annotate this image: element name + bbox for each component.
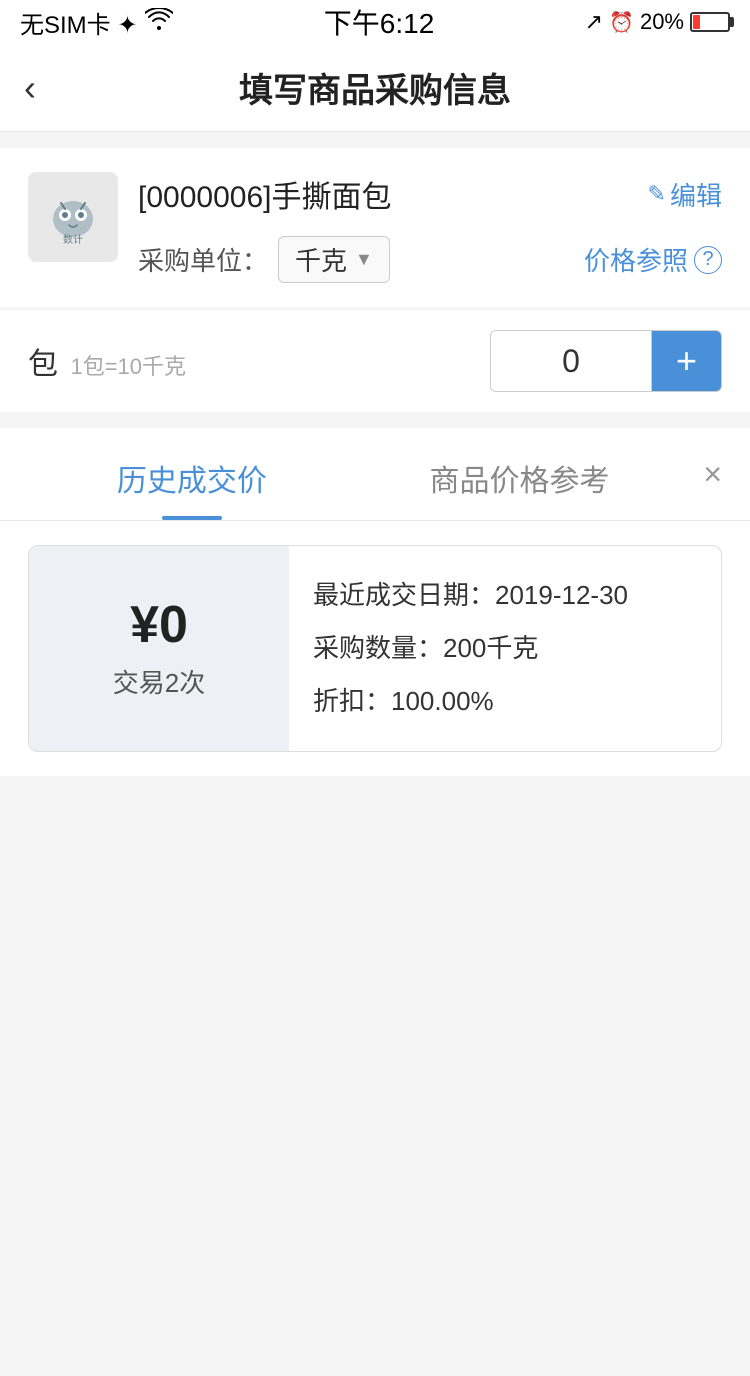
price-reference-button[interactable]: 价格参照 ? [584,241,722,278]
unit-value: 千克 [295,241,347,278]
edit-button[interactable]: ✎ 编辑 [648,176,722,213]
quantity-unit-label: 包 [28,348,58,381]
carrier-text: 无SIM卡 ✦ [20,5,137,40]
product-logo-icon: 数计 [43,187,103,247]
unit-label: 采购单位： [138,241,268,278]
quantity-unit-area: 包 1包=10千克 [28,339,186,383]
product-card: 数计 [0000006]手撕面包 ✎ 编辑 采购单位： 千克 ▼ 价格参照 ? [0,148,750,307]
transaction-qty-value: 200千克 [443,633,538,663]
page-title: 填写商品采购信息 [239,63,511,112]
status-left: 无SIM卡 ✦ [20,5,173,40]
quantity-control: + [490,330,722,392]
plus-icon: + [676,340,697,382]
transaction-date-label: 最近成交日期： [313,580,495,610]
tab-product-price-ref[interactable]: 商品价格参考 [356,428,684,520]
wifi-icon [145,8,173,37]
status-bar: 无SIM卡 ✦ 下午6:12 ↗ ⏰ 20% [0,0,750,44]
product-name: [0000006]手撕面包 [138,172,391,216]
product-name-row: [0000006]手撕面包 ✎ 编辑 [138,172,722,216]
transaction-right-panel: 最近成交日期：2019-12-30 采购数量：200千克 折扣：100.00% [289,546,721,751]
product-info: [0000006]手撕面包 ✎ 编辑 采购单位： 千克 ▼ 价格参照 ? [138,172,722,283]
tabs-section: 历史成交价 商品价格参考 × ¥0 交易2次 最近成交日期：2019-12-30… [0,428,750,776]
bottom-area [0,776,750,1376]
edit-icon: ✎ [648,181,666,207]
tab-product-price-ref-label: 商品价格参考 [429,465,609,498]
location-icon: ↗ [585,9,603,35]
tab-history-price-label: 历史成交价 [117,465,267,498]
alarm-icon: ⏰ [609,10,634,35]
transaction-count: 交易2次 [113,663,205,700]
quantity-plus-button[interactable]: + [651,331,721,391]
tabs-header: 历史成交价 商品价格参考 × [0,428,750,521]
quantity-input[interactable] [491,331,651,391]
quantity-row: 包 1包=10千克 + [0,309,750,412]
transaction-qty: 采购数量：200千克 [313,629,697,668]
price-ref-help-icon: ? [694,246,722,274]
status-right: ↗ ⏰ 20% [585,9,730,35]
svg-text:数计: 数计 [63,233,83,246]
edit-label: 编辑 [670,176,722,213]
tab-history-price[interactable]: 历史成交价 [28,428,356,520]
transaction-price: ¥0 [130,597,188,654]
transaction-discount-value: 100.00% [391,686,494,716]
product-thumbnail: 数计 [28,172,118,262]
transaction-left-panel: ¥0 交易2次 [29,546,289,751]
price-ref-label: 价格参照 [584,241,688,278]
battery-percent-text: 20% [640,9,684,35]
back-button[interactable]: ‹ [24,67,36,109]
transaction-date-value: 2019-12-30 [495,580,628,610]
battery-icon [690,12,730,32]
status-time: 下午6:12 [324,2,435,42]
nav-bar: ‹ 填写商品采购信息 [0,44,750,132]
unit-select-dropdown[interactable]: 千克 ▼ [278,236,390,283]
transaction-discount-label: 折扣： [313,686,391,716]
transaction-date: 最近成交日期：2019-12-30 [313,576,697,615]
dropdown-arrow-icon: ▼ [355,249,373,270]
quantity-conversion-label: 1包=10千克 [70,354,186,379]
transaction-area: ¥0 交易2次 最近成交日期：2019-12-30 采购数量：200千克 折扣：… [0,521,750,776]
transaction-card: ¥0 交易2次 最近成交日期：2019-12-30 采购数量：200千克 折扣：… [28,545,722,752]
unit-row: 采购单位： 千克 ▼ 价格参照 ? [138,236,722,283]
transaction-discount: 折扣：100.00% [313,682,697,721]
transaction-qty-label: 采购数量： [313,633,443,663]
tabs-close-button[interactable]: × [683,438,722,510]
